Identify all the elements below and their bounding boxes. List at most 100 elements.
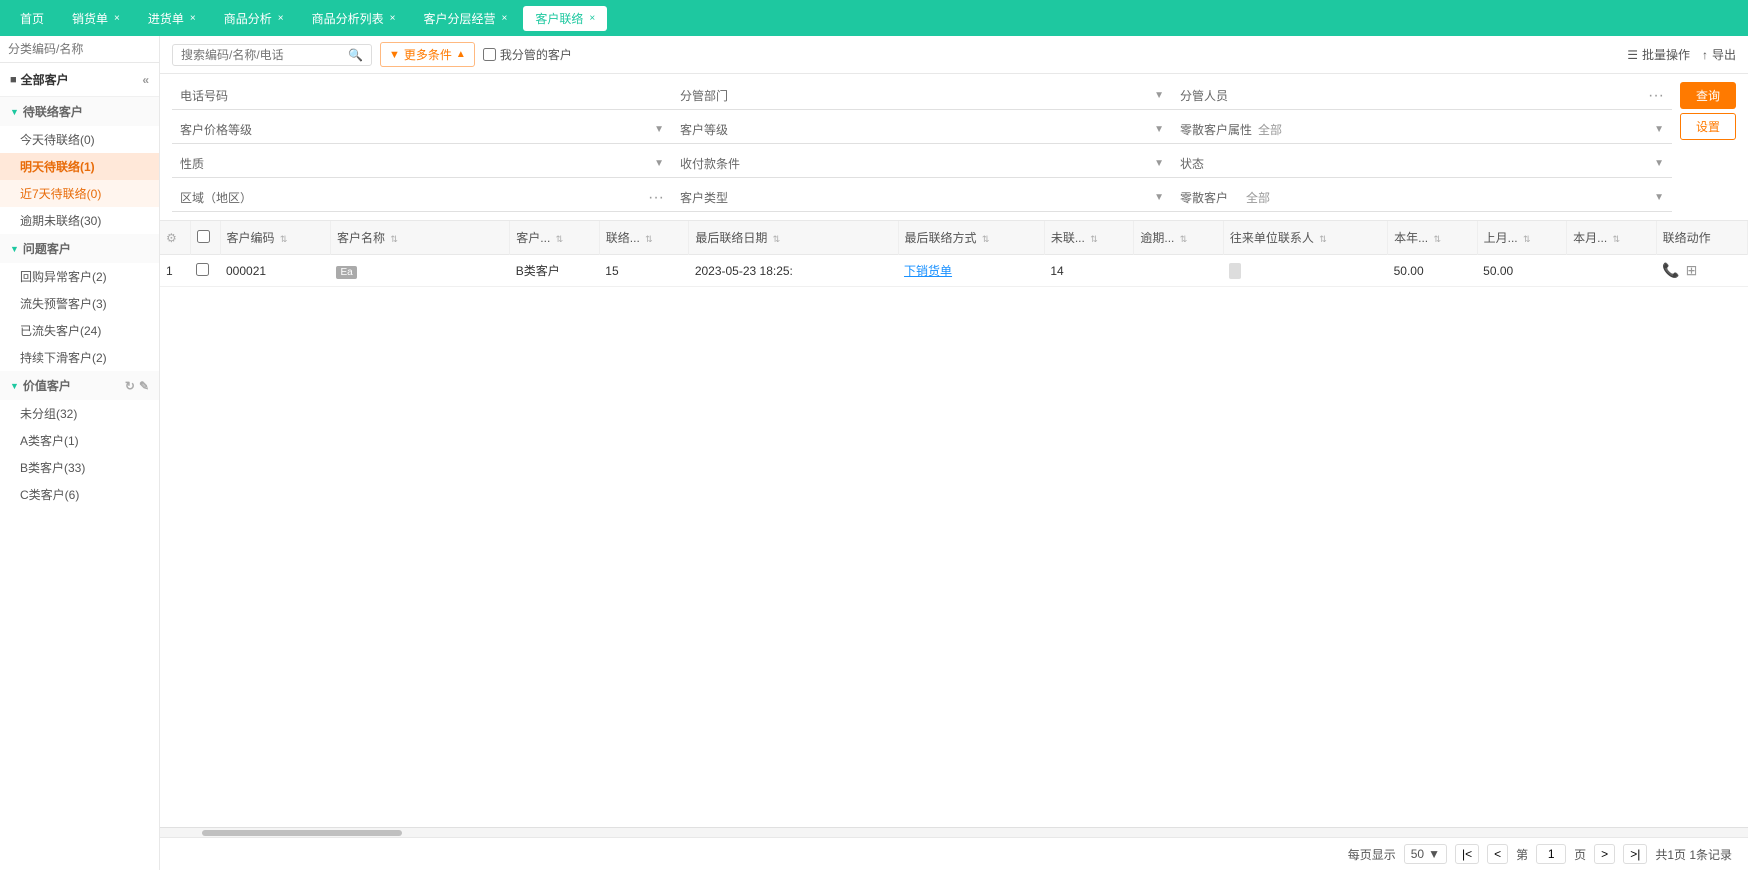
row-checkbox[interactable] bbox=[196, 263, 209, 276]
th-last-month: 上月... ⇅ bbox=[1477, 221, 1567, 255]
nav-close-purchase[interactable]: × bbox=[190, 13, 196, 24]
nav-close-product-analysis[interactable]: × bbox=[278, 13, 284, 24]
filter-select-customer-level[interactable]: ▼ bbox=[746, 124, 1164, 135]
sidebar-item-today[interactable]: 今天待联络(0) bbox=[0, 126, 159, 153]
nav-product-analysis-list[interactable]: 商品分析列表 × bbox=[300, 6, 408, 31]
sidebar-group-triangle-3: ▼ bbox=[10, 381, 19, 391]
sidebar-item-class-b[interactable]: B类客户(33) bbox=[0, 454, 159, 481]
action-phone-icon[interactable]: 📞 bbox=[1662, 262, 1679, 279]
filter-select-ctype[interactable]: ▼ bbox=[746, 192, 1164, 203]
sort-contact-person[interactable]: ⇅ bbox=[1319, 234, 1327, 244]
nav-close-customer-contact[interactable]: × bbox=[589, 13, 595, 24]
sidebar: 🔍 ■ 全部客户 « ▼ 待联络客户 今天待联络(0) 明天待联络(1) 近7天… bbox=[0, 36, 160, 870]
th-last-method: 最后联络方式 ⇅ bbox=[898, 221, 1044, 255]
last-page-btn[interactable]: >| bbox=[1623, 844, 1647, 864]
sidebar-item-loss-warning[interactable]: 流失预警客户(3) bbox=[0, 290, 159, 317]
sort-last-method[interactable]: ⇅ bbox=[982, 234, 990, 244]
sidebar-item-class-c[interactable]: C类客户(6) bbox=[0, 481, 159, 508]
sort-code[interactable]: ⇅ bbox=[280, 234, 288, 244]
filter-label-payment: 收付款条件 bbox=[680, 155, 740, 172]
sidebar-item-declining[interactable]: 持续下滑客户(2) bbox=[0, 344, 159, 371]
filter-input-phone[interactable] bbox=[246, 89, 664, 103]
select-all-checkbox[interactable] bbox=[197, 230, 210, 243]
batch-op-btn[interactable]: ☰ 批量操作 bbox=[1627, 46, 1690, 63]
sidebar-all-customers[interactable]: ■ 全部客户 « bbox=[0, 63, 159, 97]
table-wrap: ⚙ 客户编码 ⇅ 客户名称 ⇅ bbox=[160, 221, 1748, 827]
filter-cell-customer-level: 客户等级 ▼ bbox=[672, 116, 1172, 144]
td-last-date: 2023-05-23 18:25: bbox=[689, 255, 898, 287]
sort-name[interactable]: ⇅ bbox=[390, 234, 398, 244]
filter-select-sparse-customer[interactable]: 全部 ▼ bbox=[1246, 189, 1664, 206]
sort-overdue[interactable]: ⇅ bbox=[1180, 234, 1188, 244]
next-page-btn[interactable]: > bbox=[1594, 844, 1615, 864]
filter-cell-payment: 收付款条件 ▼ bbox=[672, 150, 1172, 178]
td-last-month: 50.00 bbox=[1477, 255, 1567, 287]
my-customer-checkbox[interactable] bbox=[483, 48, 496, 61]
nav-home[interactable]: 首页 bbox=[8, 6, 56, 31]
sort-contact-count[interactable]: ⇅ bbox=[645, 234, 653, 244]
nav-product-analysis[interactable]: 商品分析 × bbox=[212, 6, 296, 31]
sidebar-collapse-icon[interactable]: « bbox=[142, 73, 149, 87]
more-filter-btn[interactable]: ▼ 更多条件 ▲ bbox=[380, 42, 475, 67]
th-settings: ⚙ bbox=[160, 221, 190, 255]
prev-page-btn[interactable]: < bbox=[1487, 844, 1508, 864]
filter-select-person[interactable]: ··· bbox=[1246, 87, 1664, 105]
dots-region: ··· bbox=[648, 189, 664, 207]
nav-close-product-analysis-list[interactable]: × bbox=[390, 13, 396, 24]
settings-icon[interactable]: ⚙ bbox=[166, 231, 177, 245]
filter-select-nature[interactable]: ▼ bbox=[246, 158, 664, 169]
sidebar-item-lost[interactable]: 已流失客户(24) bbox=[0, 317, 159, 344]
nav-close-sales[interactable]: × bbox=[114, 13, 120, 24]
sidebar-value-icon1[interactable]: ↻ bbox=[125, 379, 135, 393]
sort-last-month[interactable]: ⇅ bbox=[1523, 234, 1531, 244]
per-page-select[interactable]: 50 ▼ bbox=[1404, 844, 1447, 864]
sidebar-item-overdue[interactable]: 逾期未联络(30) bbox=[0, 207, 159, 234]
sidebar-group-value: ▼ 价值客户 ↻ ✎ bbox=[0, 371, 159, 400]
main-search-input[interactable] bbox=[181, 48, 344, 62]
filter-select-region[interactable]: ··· bbox=[258, 189, 664, 207]
scroll-thumb[interactable] bbox=[202, 830, 402, 836]
chevron-status: ▼ bbox=[1654, 158, 1664, 169]
filter-select-sparse-attr[interactable]: 全部 ▼ bbox=[1258, 121, 1664, 138]
td-name: Ea bbox=[330, 255, 509, 287]
sort-last-date[interactable]: ⇅ bbox=[773, 234, 781, 244]
toolbar-right: ☰ 批量操作 ↑ 导出 bbox=[1627, 46, 1736, 63]
sidebar-item-repurchase-abnormal[interactable]: 回购异常客户(2) bbox=[0, 263, 159, 290]
sort-this-month[interactable]: ⇅ bbox=[1613, 234, 1621, 244]
nav-purchase-order[interactable]: 进货单 × bbox=[136, 6, 208, 31]
filter-select-dept[interactable]: ▼ bbox=[746, 90, 1164, 101]
sidebar-item-7days[interactable]: 近7天待联络(0) bbox=[0, 180, 159, 207]
chevron-price: ▼ bbox=[654, 124, 664, 135]
content-area: 🔍 ▼ 更多条件 ▲ 我分管的客户 ☰ 批量操作 ↑ 导出 bbox=[160, 36, 1748, 870]
sidebar-value-icon2[interactable]: ✎ bbox=[139, 379, 149, 393]
export-btn[interactable]: ↑ 导出 bbox=[1702, 46, 1736, 63]
nav-customer-contact[interactable]: 客户联络 × bbox=[523, 6, 607, 31]
filter-select-status[interactable]: ▼ bbox=[1246, 158, 1664, 169]
sort-uncontact[interactable]: ⇅ bbox=[1090, 234, 1098, 244]
batch-op-label: 批量操作 bbox=[1642, 46, 1690, 63]
nav-sales-order[interactable]: 销货单 × bbox=[60, 6, 132, 31]
horizontal-scrollbar[interactable] bbox=[160, 827, 1748, 837]
sort-type[interactable]: ⇅ bbox=[556, 234, 564, 244]
page-input[interactable] bbox=[1536, 844, 1566, 864]
sidebar-item-ungrouped[interactable]: 未分组(32) bbox=[0, 400, 159, 427]
nav-close-customer-layered[interactable]: × bbox=[501, 13, 507, 24]
dots-person: ··· bbox=[1648, 87, 1664, 105]
sidebar-item-tomorrow[interactable]: 明天待联络(1) bbox=[0, 153, 159, 180]
filter-cell-sparse-customer: 零散客户 全部 ▼ bbox=[1172, 184, 1672, 212]
nav-customer-layered[interactable]: 客户分层经营 × bbox=[411, 6, 519, 31]
sort-this-year[interactable]: ⇅ bbox=[1433, 234, 1441, 244]
td-contact-person bbox=[1223, 255, 1387, 287]
sidebar-search-input[interactable] bbox=[8, 42, 160, 56]
main-search-icon[interactable]: 🔍 bbox=[348, 48, 363, 62]
sidebar-item-class-a[interactable]: A类客户(1) bbox=[0, 427, 159, 454]
query-button[interactable]: 查询 bbox=[1680, 82, 1736, 109]
th-checkbox bbox=[190, 221, 220, 255]
action-grid-icon[interactable]: ⊞ bbox=[1686, 262, 1698, 279]
filter-select-price-level[interactable]: ▼ bbox=[258, 124, 664, 135]
top-nav: 首页 销货单 × 进货单 × 商品分析 × 商品分析列表 × 客户分层经营 × … bbox=[0, 0, 1748, 36]
first-page-btn[interactable]: |< bbox=[1455, 844, 1479, 864]
last-method-link[interactable]: 下销货单 bbox=[904, 264, 952, 278]
filter-select-payment[interactable]: ▼ bbox=[746, 158, 1164, 169]
settings-button[interactable]: 设置 bbox=[1680, 113, 1736, 140]
